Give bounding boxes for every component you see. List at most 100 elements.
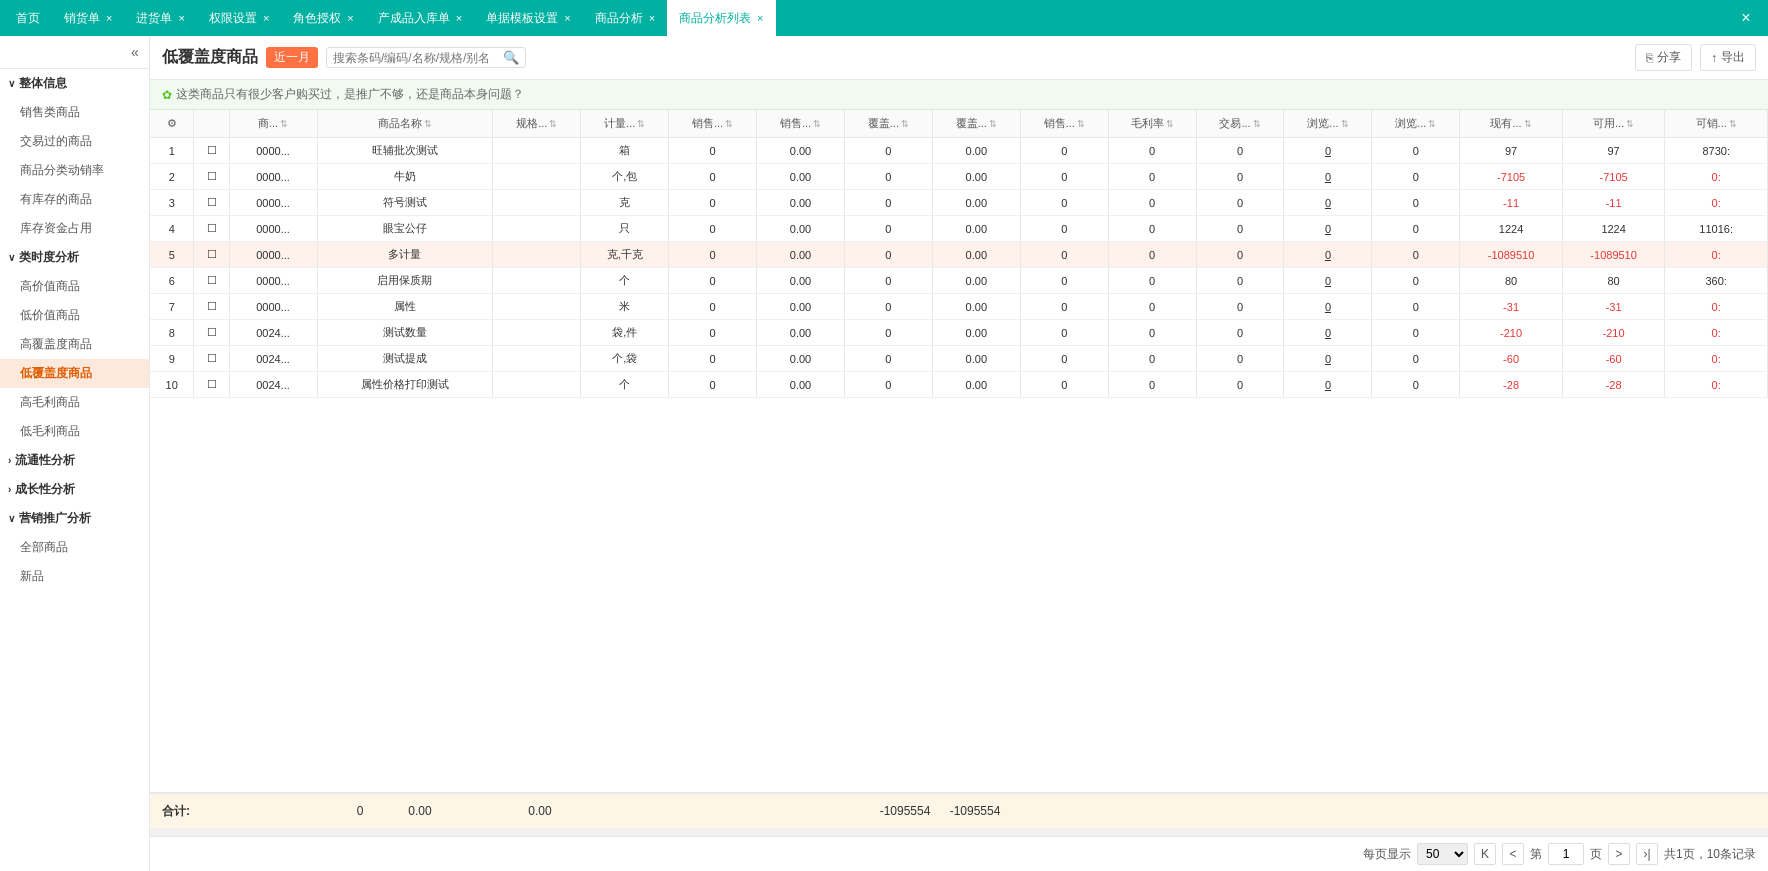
col-code-header[interactable]: 商...⇅ — [229, 110, 317, 138]
row-sales-amt: 0.00 — [757, 268, 845, 294]
row-no: 5 — [150, 242, 194, 268]
table-row: 6☐0000...启用保质期个00.0000.00000008080360: — [150, 268, 1768, 294]
sidebar-item-high-value[interactable]: 高价值商品 — [0, 272, 149, 301]
sidebar-section-time-analysis[interactable]: ∨ 类时度分析 — [0, 243, 149, 272]
sidebar-section-flow[interactable]: › 流通性分析 — [0, 446, 149, 475]
nav-product-analysis-list[interactable]: 商品分析列表 × — [667, 0, 775, 36]
export-button[interactable]: ↑ 导出 — [1700, 44, 1756, 71]
sidebar-item-low-coverage[interactable]: 低覆盖度商品 — [0, 359, 149, 388]
row-unit: 米 — [581, 294, 669, 320]
sidebar-item-stocked-goods[interactable]: 有库存的商品 — [0, 185, 149, 214]
row-checkbox[interactable]: ☐ — [194, 164, 229, 190]
col-sales-amt-header[interactable]: 销售...⇅ — [757, 110, 845, 138]
row-trade: 0 — [1196, 190, 1284, 216]
close-icon[interactable]: × — [649, 12, 655, 24]
sidebar-item-low-value[interactable]: 低价值商品 — [0, 301, 149, 330]
sidebar-collapse-button[interactable]: « — [125, 42, 145, 62]
row-checkbox[interactable]: ☐ — [194, 372, 229, 398]
nav-sales-order[interactable]: 销货单 × — [52, 0, 124, 36]
sidebar-item-category-rate[interactable]: 商品分类动销率 — [0, 156, 149, 185]
row-checkbox[interactable]: ☐ — [194, 320, 229, 346]
row-gross-rate: 0 — [1108, 346, 1196, 372]
col-gross-rate-header[interactable]: 毛利率⇅ — [1108, 110, 1196, 138]
col-sales-qty-header[interactable]: 销售...⇅ — [669, 110, 757, 138]
nav-product-instock[interactable]: 产成品入库单 × — [366, 0, 474, 36]
data-table-container[interactable]: ⚙ 商...⇅ 商品名称⇅ 规格...⇅ 计量...⇅ 销售...⇅ 销售...… — [150, 110, 1768, 792]
sidebar-item-stock-capital[interactable]: 库存资金占用 — [0, 214, 149, 243]
col-view1-header[interactable]: 浏览...⇅ — [1284, 110, 1372, 138]
row-checkbox[interactable]: ☐ — [194, 346, 229, 372]
sidebar-section-growth[interactable]: › 成长性分析 — [0, 475, 149, 504]
row-available-stock: -7105 — [1562, 164, 1665, 190]
col-available-stock-header[interactable]: 可用...⇅ — [1562, 110, 1665, 138]
close-icon[interactable]: × — [347, 12, 353, 24]
page-number-input[interactable] — [1548, 843, 1584, 865]
sidebar-item-traded-goods[interactable]: 交易过的商品 — [0, 127, 149, 156]
sidebar-item-low-profit[interactable]: 低毛利商品 — [0, 417, 149, 446]
nav-template-settings[interactable]: 单据模板设置 × — [474, 0, 582, 36]
close-icon[interactable]: × — [757, 12, 763, 24]
row-view1: 0 — [1284, 346, 1372, 372]
row-available-stock: -31 — [1562, 294, 1665, 320]
total-coverage2: 0.00 — [510, 804, 570, 818]
col-sales-xxx-header[interactable]: 销售...⇅ — [1020, 110, 1108, 138]
row-checkbox[interactable]: ☐ — [194, 190, 229, 216]
nav-product-analysis[interactable]: 商品分析 × — [583, 0, 667, 36]
per-page-select[interactable]: 50 20 100 200 — [1417, 843, 1468, 865]
nav-home[interactable]: 首页 — [4, 0, 52, 36]
row-name: 测试提成 — [317, 346, 493, 372]
search-input[interactable] — [333, 51, 503, 65]
search-icon[interactable]: 🔍 — [503, 50, 519, 65]
next-page-button[interactable]: > — [1608, 843, 1630, 865]
col-name-header[interactable]: 商品名称⇅ — [317, 110, 493, 138]
row-checkbox[interactable]: ☐ — [194, 294, 229, 320]
row-spec — [493, 242, 581, 268]
row-name: 多计量 — [317, 242, 493, 268]
first-page-button[interactable]: K — [1474, 843, 1496, 865]
row-saleable: 0: — [1665, 346, 1768, 372]
row-checkbox[interactable]: ☐ — [194, 216, 229, 242]
close-icon[interactable]: × — [456, 12, 462, 24]
row-checkbox[interactable]: ☐ — [194, 138, 229, 164]
sidebar-item-high-coverage[interactable]: 高覆盖度商品 — [0, 330, 149, 359]
col-saleable-header[interactable]: 可销...⇅ — [1665, 110, 1768, 138]
sidebar-section-overall[interactable]: ∨ 整体信息 — [0, 69, 149, 98]
table-header-row: ⚙ 商...⇅ 商品名称⇅ 规格...⇅ 计量...⇅ 销售...⇅ 销售...… — [150, 110, 1768, 138]
col-coverage2-header[interactable]: 覆盖...⇅ — [932, 110, 1020, 138]
row-coverage2: 0.00 — [932, 346, 1020, 372]
row-trade: 0 — [1196, 138, 1284, 164]
row-trade: 0 — [1196, 268, 1284, 294]
row-coverage1: 0 — [844, 268, 932, 294]
sidebar-section-marketing[interactable]: ∨ 营销推广分析 — [0, 504, 149, 533]
row-view2: 0 — [1372, 372, 1460, 398]
col-settings[interactable]: ⚙ — [150, 110, 194, 138]
sidebar-item-high-profit[interactable]: 高毛利商品 — [0, 388, 149, 417]
close-icon[interactable]: × — [564, 12, 570, 24]
sidebar-item-all-goods[interactable]: 全部商品 — [0, 533, 149, 562]
col-current-stock-header[interactable]: 现有...⇅ — [1460, 110, 1563, 138]
row-checkbox[interactable]: ☐ — [194, 242, 229, 268]
col-view2-header[interactable]: 浏览...⇅ — [1372, 110, 1460, 138]
nav-purchase-order[interactable]: 进货单 × — [124, 0, 196, 36]
nav-role-auth[interactable]: 角色授权 × — [281, 0, 365, 36]
col-unit-header[interactable]: 计量...⇅ — [581, 110, 669, 138]
export-icon: ↑ — [1711, 51, 1717, 65]
close-icon[interactable]: × — [106, 12, 112, 24]
window-close-button[interactable]: × — [1728, 0, 1764, 36]
close-icon[interactable]: × — [178, 12, 184, 24]
prev-page-button[interactable]: < — [1502, 843, 1524, 865]
row-checkbox[interactable]: ☐ — [194, 268, 229, 294]
row-available-stock: -11 — [1562, 190, 1665, 216]
period-button[interactable]: 近一月 — [266, 47, 318, 68]
close-icon[interactable]: × — [263, 12, 269, 24]
col-trade-header[interactable]: 交易...⇅ — [1196, 110, 1284, 138]
sidebar-item-new-goods[interactable]: 新品 — [0, 562, 149, 591]
last-page-button[interactable]: ›| — [1636, 843, 1658, 865]
col-spec-header[interactable]: 规格...⇅ — [493, 110, 581, 138]
row-no: 2 — [150, 164, 194, 190]
share-button[interactable]: ⎘ 分享 — [1635, 44, 1692, 71]
horizontal-scrollbar[interactable] — [150, 828, 1768, 836]
sidebar-item-sales-goods[interactable]: 销售类商品 — [0, 98, 149, 127]
col-coverage1-header[interactable]: 覆盖...⇅ — [844, 110, 932, 138]
nav-permission-settings[interactable]: 权限设置 × — [197, 0, 281, 36]
